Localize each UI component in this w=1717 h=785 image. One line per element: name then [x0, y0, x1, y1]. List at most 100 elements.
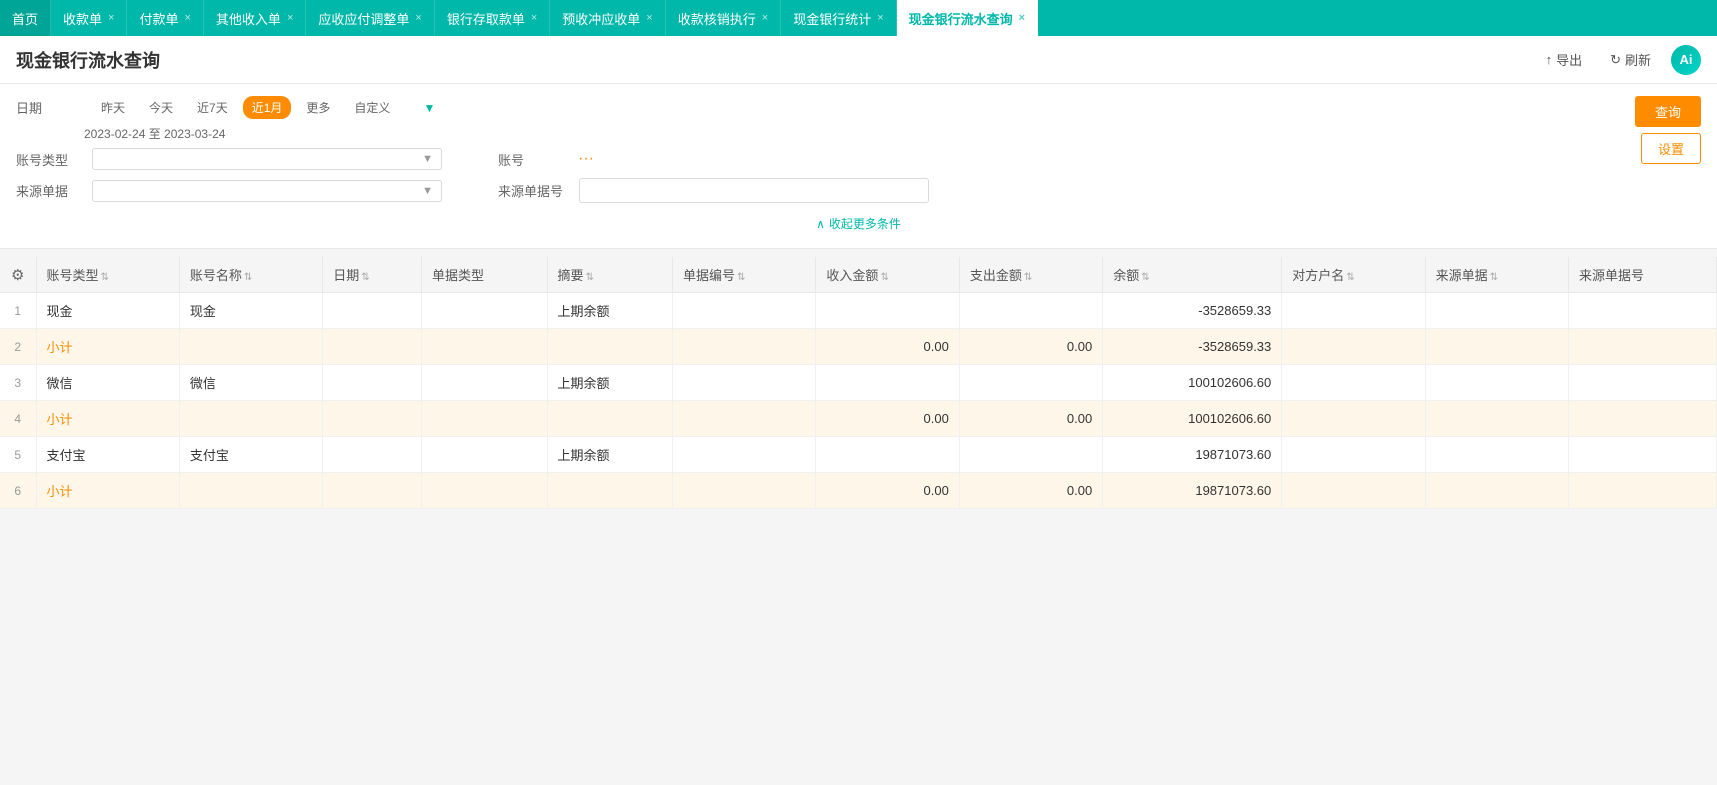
close-icon[interactable]: ×: [1019, 12, 1025, 24]
th-doc-type[interactable]: 单据类型: [421, 257, 547, 293]
cell-date: [323, 437, 422, 473]
th-summary[interactable]: 摘要⇅: [547, 257, 673, 293]
th-doc-no[interactable]: 单据编号⇅: [673, 257, 816, 293]
cell-income: [816, 437, 959, 473]
close-icon[interactable]: ×: [108, 12, 114, 24]
cell-source-doc-no: [1569, 401, 1717, 437]
th-counterparty[interactable]: 对方户名⇅: [1282, 257, 1425, 293]
close-icon[interactable]: ×: [531, 12, 537, 24]
nav-item-receipt-verify[interactable]: 收款核销执行×: [666, 0, 781, 36]
date-option-more[interactable]: 更多: [297, 96, 339, 119]
cell-account-type: 微信: [36, 365, 179, 401]
nav-item-ar-ap-adjust[interactable]: 应收应付调整单×: [306, 0, 434, 36]
cell-balance: 19871073.60: [1103, 473, 1282, 509]
date-range-row: 2023-02-24 至 2023-03-24: [84, 123, 1601, 142]
cell-summary: 上期余额: [547, 437, 673, 473]
cell-doc-no: [673, 401, 816, 437]
export-button[interactable]: ↑ 导出: [1538, 46, 1591, 73]
cell-source-doc-no: [1569, 293, 1717, 329]
cell-account-type: 现金: [36, 293, 179, 329]
cell-income: 0.00: [816, 473, 959, 509]
date-option-today[interactable]: 今天: [140, 96, 182, 119]
th-account-type[interactable]: 账号类型⇅: [36, 257, 179, 293]
th-gear[interactable]: ⚙: [0, 257, 36, 293]
table-row: 1现金现金上期余额-3528659.33: [0, 293, 1717, 329]
date-option-custom[interactable]: 自定义: [345, 96, 399, 119]
chevron-down-icon: ▼: [422, 185, 433, 197]
cell-counterparty: [1282, 473, 1425, 509]
th-source-doc-no[interactable]: 来源单据号: [1569, 257, 1717, 293]
top-navigation: 首页收款单×付款单×其他收入单×应收应付调整单×银行存取款单×预收冲应收单×收款…: [0, 0, 1717, 36]
cell-account-name: 支付宝: [179, 437, 322, 473]
cell-income: 0.00: [816, 401, 959, 437]
collapse-bar[interactable]: ∧ 收起更多条件: [16, 211, 1701, 236]
nav-item-cash-stats[interactable]: 现金银行统计×: [781, 0, 896, 36]
collapse-icon: ∧: [816, 217, 825, 231]
nav-item-advance-receipt[interactable]: 预收冲应收单×: [550, 0, 665, 36]
account-type-select[interactable]: ▼: [92, 148, 442, 170]
filter-row-1: 日期 昨天今天近7天近1月更多自定义 ▼ 2023-02-24 至 2023-0…: [16, 96, 1701, 178]
filter-right-actions: 查询 设置: [1601, 96, 1701, 164]
cell-income: 0.00: [816, 329, 959, 365]
source-doc-select[interactable]: ▼: [92, 180, 442, 202]
cell-account-name: [179, 329, 322, 365]
nav-item-receipt[interactable]: 收款单×: [51, 0, 127, 36]
cell-account-name: [179, 473, 322, 509]
refresh-button[interactable]: ↻ 刷新: [1602, 46, 1659, 73]
date-option-7days[interactable]: 近7天: [188, 96, 237, 119]
table-header-row: ⚙ 账号类型⇅ 账号名称⇅ 日期⇅ 单据类型 摘要⇅ 单据编号⇅ 收入金额⇅ 支…: [0, 257, 1717, 293]
date-label: 日期: [16, 98, 76, 117]
data-table-container: ⚙ 账号类型⇅ 账号名称⇅ 日期⇅ 单据类型 摘要⇅ 单据编号⇅ 收入金额⇅ 支…: [0, 257, 1717, 509]
source-doc-filter-row: 来源单据 ▼ 来源单据号: [16, 178, 1701, 203]
cell-summary: [547, 401, 673, 437]
cell-expense: [959, 365, 1102, 401]
cell-source-doc: [1425, 365, 1568, 401]
th-balance[interactable]: 余额⇅: [1103, 257, 1282, 293]
cell-doc-type: [421, 401, 547, 437]
cell-account-type: 小计: [36, 401, 179, 437]
account-ellipsis-button[interactable]: ···: [574, 150, 598, 168]
cell-account-name: 微信: [179, 365, 322, 401]
ai-badge[interactable]: Ai: [1671, 45, 1701, 75]
cell-date: [323, 473, 422, 509]
gear-icon[interactable]: ⚙: [11, 267, 24, 284]
table-body: 1现金现金上期余额-3528659.332小计0.000.00-3528659.…: [0, 293, 1717, 509]
cell-doc-type: [421, 437, 547, 473]
th-account-name[interactable]: 账号名称⇅: [179, 257, 322, 293]
search-button[interactable]: 查询: [1635, 96, 1701, 127]
close-icon[interactable]: ×: [287, 12, 293, 24]
cell-source-doc-no: [1569, 437, 1717, 473]
cell-source-doc: [1425, 437, 1568, 473]
nav-item-other-income[interactable]: 其他收入单×: [204, 0, 306, 36]
nav-item-bank-deposit[interactable]: 银行存取款单×: [435, 0, 550, 36]
filter-area: 日期 昨天今天近7天近1月更多自定义 ▼ 2023-02-24 至 2023-0…: [0, 84, 1717, 249]
th-income[interactable]: 收入金额⇅: [816, 257, 959, 293]
close-icon[interactable]: ×: [184, 12, 190, 24]
nav-item-home[interactable]: 首页: [0, 0, 51, 36]
close-icon[interactable]: ×: [877, 12, 883, 24]
close-icon[interactable]: ×: [415, 12, 421, 24]
settings-button[interactable]: 设置: [1641, 133, 1701, 164]
cell-counterparty: [1282, 365, 1425, 401]
th-source-doc[interactable]: 来源单据⇅: [1425, 257, 1568, 293]
source-doc-no-input[interactable]: [579, 178, 929, 203]
account-filter-row: 账号类型 ▼ 账号 ···: [16, 148, 1601, 170]
cell-counterparty: [1282, 401, 1425, 437]
page-header: 现金银行流水查询 ↑ 导出 ↻ 刷新 Ai: [0, 36, 1717, 84]
th-expense[interactable]: 支出金额⇅: [959, 257, 1102, 293]
nav-item-cash-flow-query[interactable]: 现金银行流水查询×: [897, 0, 1038, 36]
cell-balance: 100102606.60: [1103, 401, 1282, 437]
chevron-down-icon: ▼: [422, 153, 433, 165]
close-icon[interactable]: ×: [762, 12, 768, 24]
date-option-1month[interactable]: 近1月: [243, 96, 292, 119]
cell-doc-no: [673, 293, 816, 329]
cell-doc-type: [421, 329, 547, 365]
nav-item-payment[interactable]: 付款单×: [127, 0, 203, 36]
close-icon[interactable]: ×: [646, 12, 652, 24]
th-date[interactable]: 日期⇅: [323, 257, 422, 293]
date-option-yesterday[interactable]: 昨天: [92, 96, 134, 119]
date-options: 昨天今天近7天近1月更多自定义: [92, 96, 399, 119]
cell-source-doc-no: [1569, 365, 1717, 401]
date-filter-row: 日期 昨天今天近7天近1月更多自定义 ▼: [16, 96, 1601, 119]
source-doc-no-label: 来源单据号: [498, 181, 563, 200]
